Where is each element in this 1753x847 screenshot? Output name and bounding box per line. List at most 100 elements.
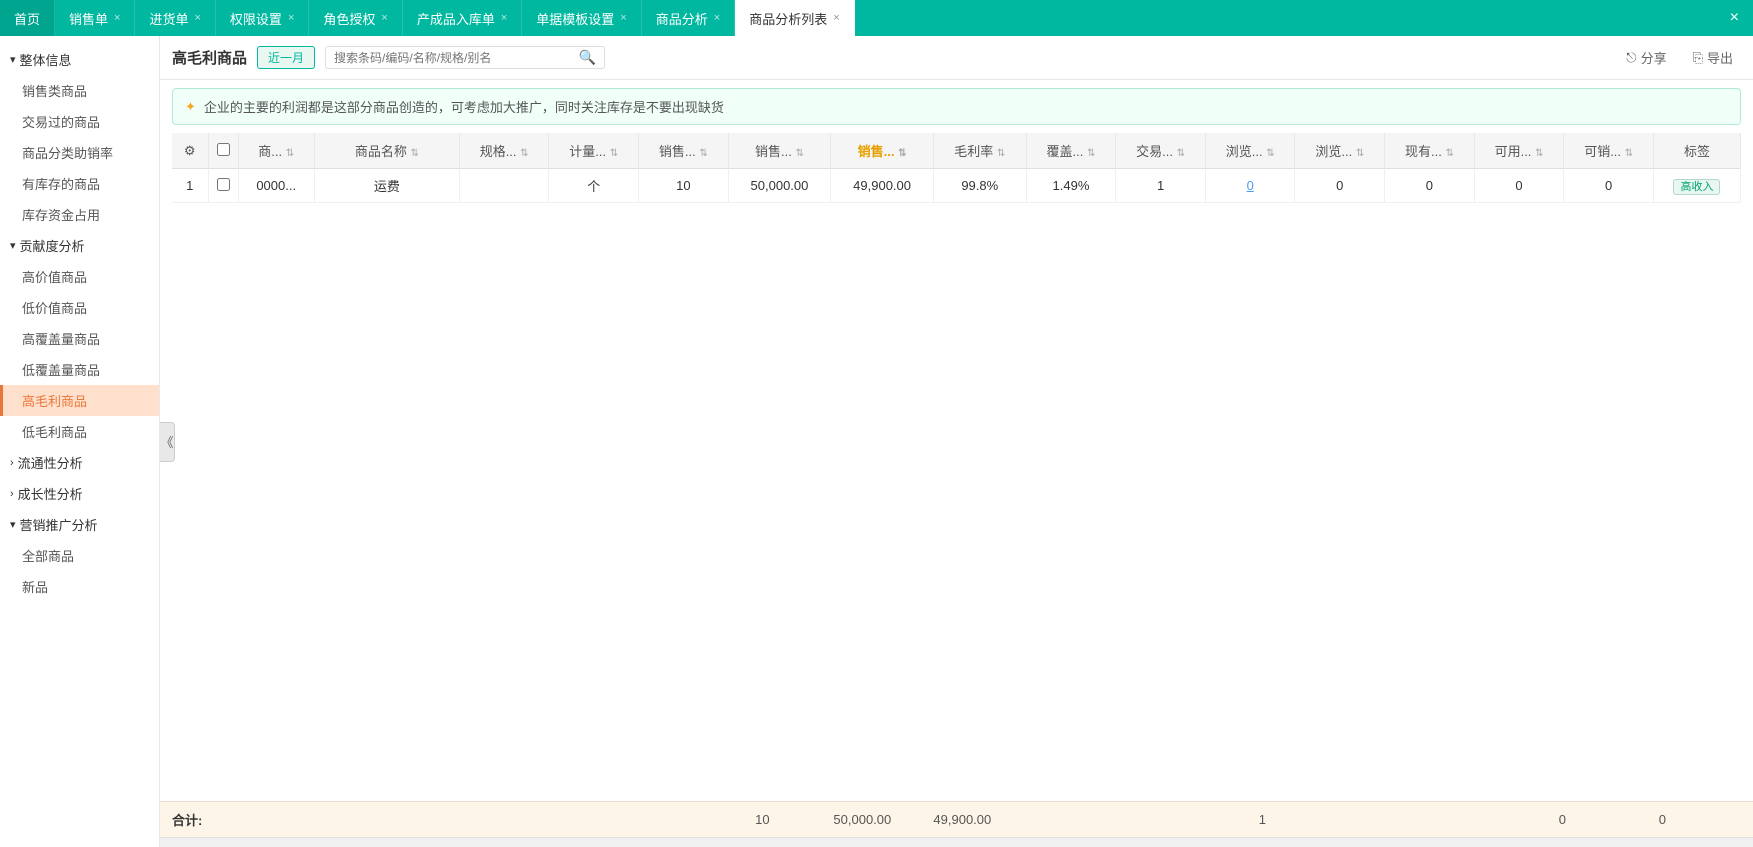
search-box: 🔍 [325,46,605,69]
sidebar-group-marketing-label: 营销推广分析 [20,515,98,534]
close-template-icon[interactable]: × [620,12,626,24]
sidebar-item-stocked-goods[interactable]: 有库存的商品 [0,168,159,199]
chevron-right-icon-2: › [10,488,14,500]
sidebar-item-low-value[interactable]: 低价值商品 [0,292,159,323]
col-code[interactable]: 商... ⇅ [238,133,314,169]
sidebar-group-contribution[interactable]: ▾ 贡献度分析 [0,230,159,261]
sort-icon-browse1: ⇅ [1266,148,1274,159]
sidebar-item-low-coverage[interactable]: 低覆盖量商品 [0,354,159,385]
export-icon: ⎘ [1693,50,1703,66]
sort-icon-code: ⇅ [286,148,294,159]
chevron-down-icon-3: ▾ [10,518,16,531]
nav-item-sales[interactable]: 销售单 × [55,0,135,36]
close-permission-icon[interactable]: × [288,12,294,24]
cell-browse2: 0 [1295,169,1385,203]
footer-current-stock: 0 [1522,812,1602,827]
col-settings[interactable]: ⚙ [172,133,208,169]
sidebar-item-high-coverage[interactable]: 高覆盖量商品 [0,323,159,354]
col-sellable[interactable]: 可销... ⇅ [1564,133,1654,169]
col-margin[interactable]: 毛利率 ⇅ [933,133,1026,169]
window-close-button[interactable]: × [1716,0,1753,36]
data-table: ⚙ 商... ⇅ 商品名称 ⇅ [172,133,1741,203]
col-current-stock[interactable]: 现有... ⇅ [1385,133,1475,169]
sidebar-group-overall-label: 整体信息 [20,50,72,69]
sidebar-group-growth[interactable]: › 成长性分析 [0,478,159,509]
sidebar-group-marketing[interactable]: ▾ 营销推广分析 [0,509,159,540]
info-banner: ✦ 企业的主要的利润都是这部分商品创造的，可考虑加大推广，同时关注库存是不要出现… [172,88,1741,125]
table-footer: 合计: 10 50,000.00 49,900.00 1 0 0 [160,801,1753,837]
col-unit[interactable]: 计量... ⇅ [549,133,639,169]
row-checkbox[interactable] [217,178,230,191]
close-warehouse-icon[interactable]: × [501,12,507,24]
sidebar-item-low-margin[interactable]: 低毛利商品 [0,416,159,447]
sidebar-item-new-goods[interactable]: 新品 [0,571,159,602]
page-title: 高毛利商品 [172,47,247,68]
table-row: 1 0000... 运费 [172,169,1741,203]
sort-icon-unit: ⇅ [610,148,618,159]
cell-checkbox[interactable] [208,169,238,203]
nav-home-label: 首页 [14,9,40,28]
info-banner-text: 企业的主要的利润都是这部分商品创造的，可考虑加大推广，同时关注库存是不要出现缺货 [204,97,724,116]
nav-item-home[interactable]: 首页 [0,0,55,36]
close-analysis-list-icon[interactable]: × [833,12,839,24]
status-badge: 高收入 [1673,179,1720,195]
sidebar-item-all-goods[interactable]: 全部商品 [0,540,159,571]
table-header-row: ⚙ 商... ⇅ 商品名称 ⇅ [172,133,1741,169]
col-coverage[interactable]: 覆盖... ⇅ [1026,133,1116,169]
nav-item-role[interactable]: 角色授权 × [309,0,402,36]
close-role-icon[interactable]: × [381,12,387,24]
nav-item-analysis[interactable]: 商品分析 × [642,0,735,36]
sidebar-item-traded-goods[interactable]: 交易过的商品 [0,106,159,137]
sort-icon-trade: ⇅ [1177,148,1185,159]
nav-permission-label: 权限设置 [230,9,282,28]
sort-icon-spec: ⇅ [520,148,528,159]
col-sales-profit[interactable]: 销售... ⇅ [831,133,934,169]
sidebar-collapse-button[interactable]: 《 [160,422,175,462]
share-button[interactable]: ⎋ 分享 [1618,44,1674,71]
close-purchase-icon[interactable]: × [194,12,200,24]
close-sales-icon[interactable]: × [114,12,120,24]
sidebar-item-high-margin[interactable]: 高毛利商品 [0,385,159,416]
nav-item-template[interactable]: 单据模板设置 × [522,0,641,36]
sidebar-item-sales-goods[interactable]: 销售类商品 [0,75,159,106]
footer-sales-qty: 10 [722,812,802,827]
col-trade[interactable]: 交易... ⇅ [1116,133,1206,169]
sort-icon-sellable: ⇅ [1625,148,1633,159]
col-tag[interactable]: 标签 [1653,133,1740,169]
footer-sales-amt: 50,000.00 [822,812,902,827]
chevron-down-icon-2: ▾ [10,239,16,252]
sidebar-group-liquidity-label: 流通性分析 [18,453,83,472]
col-browse2[interactable]: 浏览... ⇅ [1295,133,1385,169]
filter-month-button[interactable]: 近一月 [257,46,315,69]
collapse-icon: 《 [160,432,173,451]
sort-icon-browse2: ⇅ [1356,148,1364,159]
export-button[interactable]: ⎘ 导出 [1685,44,1741,71]
sidebar-item-high-value[interactable]: 高价值商品 [0,261,159,292]
horizontal-scrollbar[interactable] [160,837,1753,847]
cell-tag: 高收入 [1653,169,1740,203]
search-input[interactable] [334,51,579,65]
sidebar-group-liquidity[interactable]: › 流通性分析 [0,447,159,478]
sort-icon-margin: ⇅ [997,148,1005,159]
sort-icon-name: ⇅ [411,148,419,159]
select-all-checkbox[interactable] [217,143,230,156]
sidebar-item-stock-capital[interactable]: 库存资金占用 [0,199,159,230]
nav-item-warehouse[interactable]: 产成品入库单 × [403,0,522,36]
close-analysis-icon[interactable]: × [714,12,720,24]
col-available[interactable]: 可用... ⇅ [1474,133,1564,169]
col-spec[interactable]: 规格... ⇅ [459,133,549,169]
nav-item-permission[interactable]: 权限设置 × [216,0,309,36]
nav-item-analysis-list[interactable]: 商品分析列表 × [735,0,854,36]
col-checkbox[interactable] [208,133,238,169]
nav-item-purchase[interactable]: 进货单 × [135,0,215,36]
sort-icon-sales-amt: ⇅ [795,148,803,159]
col-name[interactable]: 商品名称 ⇅ [314,133,459,169]
search-icon[interactable]: 🔍 [579,49,596,66]
col-browse1[interactable]: 浏览... ⇅ [1205,133,1295,169]
nav-sales-label: 销售单 [69,9,108,28]
sidebar-item-category-rate[interactable]: 商品分类助销率 [0,137,159,168]
col-sales-amt[interactable]: 销售... ⇅ [728,133,831,169]
sidebar-group-overall[interactable]: ▾ 整体信息 [0,44,159,75]
cell-browse1[interactable]: 0 [1205,169,1295,203]
col-sales-qty[interactable]: 销售... ⇅ [639,133,729,169]
